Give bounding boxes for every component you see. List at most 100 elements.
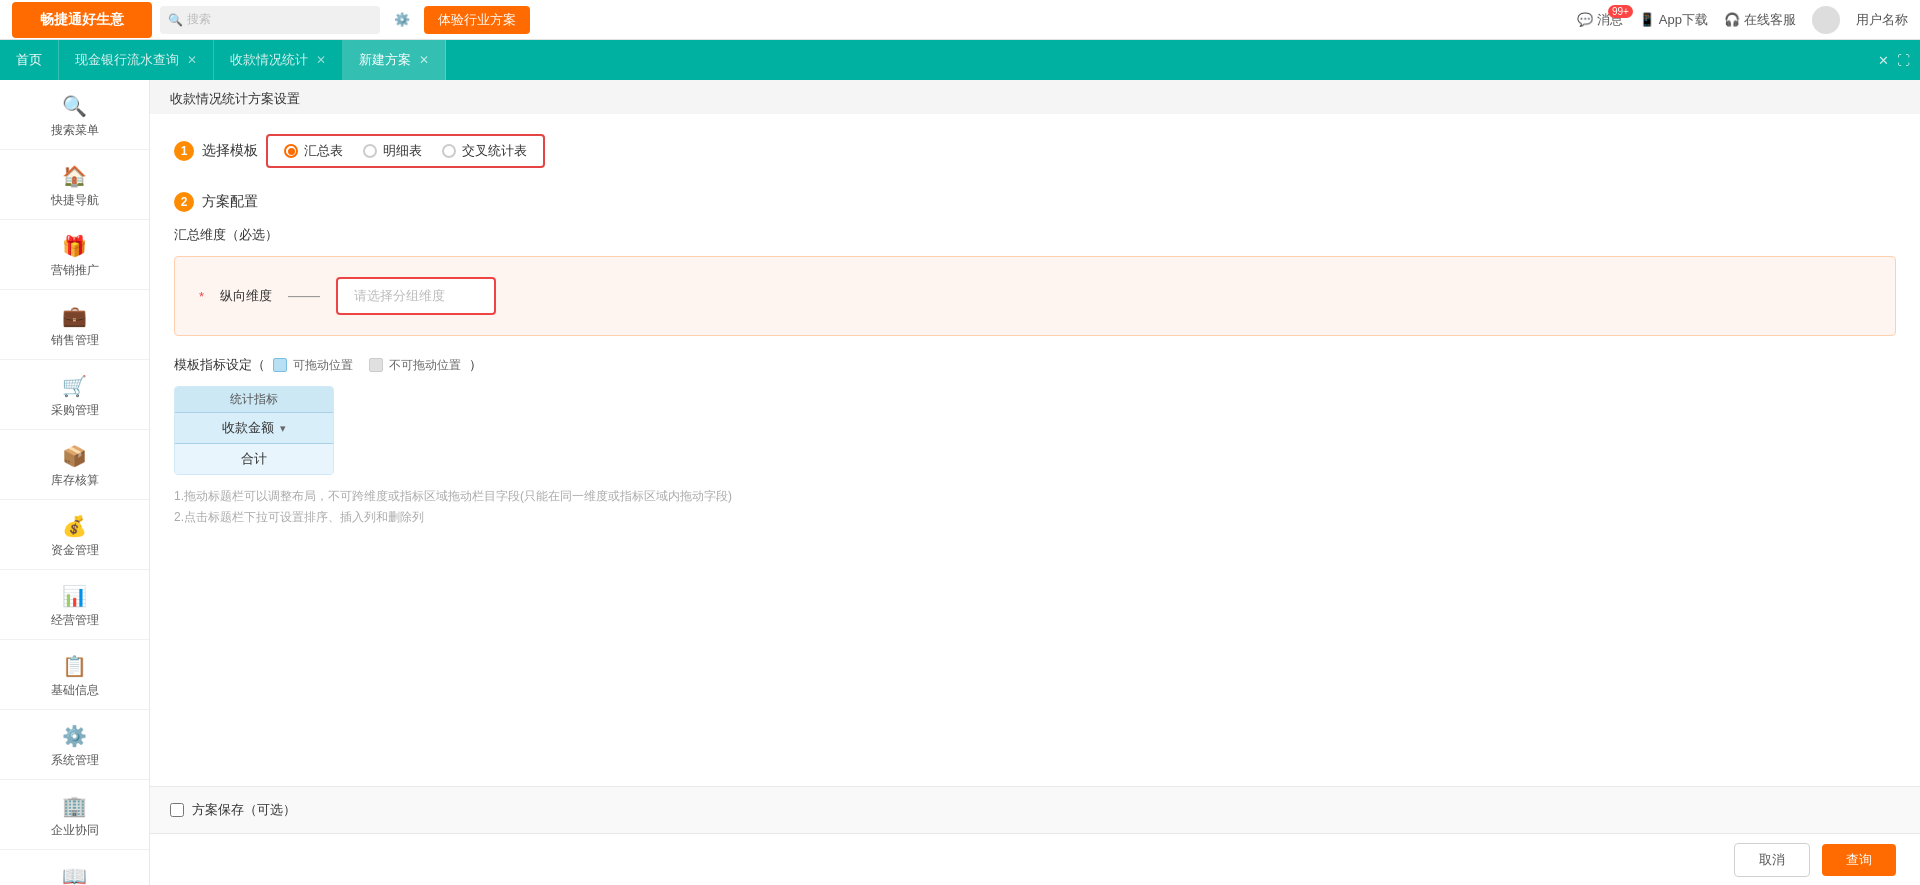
sidebar: 🔍 搜索菜单 🏠 快捷导航 🎁 营销推广 💼 销售管理 🛒 采购管理 📦 库存核… xyxy=(0,80,150,885)
settings-form: 1 选择模板 汇总表 明细表 xyxy=(150,114,1920,786)
sidebar-item-finance[interactable]: 💰 资金管理 xyxy=(0,500,149,570)
step2-num: 2 xyxy=(174,192,194,212)
topbar: 畅捷通好生意 🔍 搜索 ⚙️ 体验行业方案 💬 消息 99+ 📱 App下载 🎧… xyxy=(0,0,1920,40)
stats-table: 统计指标 收款金额 ▾ 合计 xyxy=(174,386,334,475)
non-draggable-legend-text: 不可拖动位置 xyxy=(389,357,461,374)
step1-label: 1 选择模板 汇总表 明细表 xyxy=(174,134,1896,168)
dimension-area: * 纵向维度 —— 请选择分组维度 xyxy=(174,256,1896,336)
app-logo: 畅捷通好生意 xyxy=(12,2,152,38)
radio-detail[interactable]: 明细表 xyxy=(363,142,422,160)
sidebar-item-inventory[interactable]: 📦 库存核算 xyxy=(0,430,149,500)
settings-icon[interactable]: ⚙️ xyxy=(388,6,416,34)
nav-tabs: 首页 现金银行流水查询 ✕ 收款情况统计 ✕ 新建方案 ✕ ✕ ⛶ xyxy=(0,40,1920,80)
step2-title: 方案配置 xyxy=(202,193,258,211)
stats-table-header-section: 统计指标 xyxy=(175,387,333,413)
avatar[interactable] xyxy=(1812,6,1840,34)
message-icon: 💬 xyxy=(1577,12,1593,27)
radio-summary-dot xyxy=(284,144,298,158)
sales-icon: 💼 xyxy=(62,304,87,328)
tab-cashflow-close[interactable]: ✕ xyxy=(187,53,197,67)
step1-num: 1 xyxy=(174,141,194,161)
tab-new-plan[interactable]: 新建方案 ✕ xyxy=(343,40,446,80)
template-options-box: 汇总表 明细表 交叉统计表 xyxy=(266,134,545,168)
tab-cashflow[interactable]: 现金银行流水查询 ✕ xyxy=(59,40,214,80)
tab-receivables-close[interactable]: ✕ xyxy=(316,53,326,67)
footer: 取消 查询 xyxy=(150,833,1920,885)
draggable-legend-text: 可拖动位置 xyxy=(293,357,353,374)
sidebar-item-enterprise[interactable]: 🏢 企业协同 xyxy=(0,780,149,850)
expand-icon[interactable]: ⛶ xyxy=(1897,53,1910,68)
tip-2: 2.点击标题栏下拉可设置排序、插入列和删除列 xyxy=(174,509,1896,526)
basic-info-icon: 📋 xyxy=(62,654,87,678)
online-service-button[interactable]: 🎧 在线客服 xyxy=(1724,11,1796,29)
stats-table-area: 统计指标 收款金额 ▾ 合计 xyxy=(174,386,1896,478)
step2-label: 2 方案配置 xyxy=(174,192,1896,212)
save-label: 方案保存（可选） xyxy=(192,801,296,819)
step2-section: 2 方案配置 汇总维度（必选） * 纵向维度 —— 请选择分组维度 xyxy=(174,192,1896,540)
service-icon: 🎧 xyxy=(1724,12,1740,27)
stats-table-header-label: 统计指标 xyxy=(230,392,278,406)
cancel-button[interactable]: 取消 xyxy=(1734,843,1810,877)
tab-home[interactable]: 首页 xyxy=(0,40,59,80)
trial-button[interactable]: 体验行业方案 xyxy=(424,6,530,34)
username: 用户名称 xyxy=(1856,11,1908,29)
dimension-select[interactable]: 请选择分组维度 xyxy=(336,277,496,315)
operations-icon: 📊 xyxy=(62,584,87,608)
sidebar-item-system[interactable]: ⚙️ 系统管理 xyxy=(0,710,149,780)
sidebar-item-basic-info[interactable]: 📋 基础信息 xyxy=(0,640,149,710)
tip-1: 1.拖动标题栏可以调整布局，不可跨维度或指标区域拖动栏目字段(只能在同一维度或指… xyxy=(174,488,1896,505)
query-button[interactable]: 查询 xyxy=(1822,844,1896,876)
quick-nav-icon: 🏠 xyxy=(62,164,87,188)
radio-summary[interactable]: 汇总表 xyxy=(284,142,343,160)
dimension-section-title: 汇总维度（必选） xyxy=(174,226,1896,244)
radio-cross-dot xyxy=(442,144,456,158)
content-area: 收款情况统计方案设置 1 选择模板 汇总表 xyxy=(150,80,1920,885)
sidebar-item-marketing[interactable]: 🎁 营销推广 xyxy=(0,220,149,290)
metrics-setting-label: 模板指标设定（ 可拖动位置 不可拖动位置 ） xyxy=(174,356,1896,374)
column-header-cell[interactable]: 收款金额 ▾ xyxy=(175,413,333,444)
enterprise-icon: 🏢 xyxy=(62,794,87,818)
sidebar-item-purchase[interactable]: 🛒 采购管理 xyxy=(0,360,149,430)
stats-total-row: 合计 xyxy=(175,444,333,474)
sidebar-item-guide[interactable]: 📖 新手引导 xyxy=(0,850,149,885)
sidebar-item-operations[interactable]: 📊 经营管理 xyxy=(0,570,149,640)
row-dimension-label: 纵向维度 xyxy=(220,287,272,305)
config-section: 汇总维度（必选） * 纵向维度 —— 请选择分组维度 模 xyxy=(174,226,1896,540)
search-menu-icon: 🔍 xyxy=(62,94,87,118)
draggable-legend-box xyxy=(273,358,287,372)
sidebar-item-sales[interactable]: 💼 销售管理 xyxy=(0,290,149,360)
finance-icon: 💰 xyxy=(62,514,87,538)
draggable-legend: 可拖动位置 xyxy=(273,357,353,374)
non-draggable-legend: 不可拖动位置 xyxy=(369,357,461,374)
download-icon: 📱 xyxy=(1639,12,1655,27)
message-button[interactable]: 💬 消息 99+ xyxy=(1577,11,1623,29)
search-icon: 🔍 xyxy=(168,13,183,27)
tips-section: 1.拖动标题栏可以调整布局，不可跨维度或指标区域拖动栏目字段(只能在同一维度或指… xyxy=(174,478,1896,540)
close-window-icon[interactable]: ✕ xyxy=(1878,53,1889,68)
inventory-icon: 📦 xyxy=(62,444,87,468)
metrics-section: 模板指标设定（ 可拖动位置 不可拖动位置 ） xyxy=(174,356,1896,478)
step1-section: 1 选择模板 汇总表 明细表 xyxy=(174,134,1896,168)
dropdown-arrow-icon: ▾ xyxy=(280,422,286,435)
required-star: * xyxy=(199,289,204,304)
sidebar-item-quick-nav[interactable]: 🏠 快捷导航 xyxy=(0,150,149,220)
sidebar-item-search-menu[interactable]: 🔍 搜索菜单 xyxy=(0,80,149,150)
topbar-right: 💬 消息 99+ 📱 App下载 🎧 在线客服 用户名称 xyxy=(1577,6,1908,34)
guide-icon: 📖 xyxy=(62,864,87,885)
search-bar[interactable]: 🔍 搜索 xyxy=(160,6,380,34)
step1-title: 选择模板 xyxy=(202,142,258,160)
tab-new-plan-close[interactable]: ✕ xyxy=(419,53,429,67)
save-section: 方案保存（可选） xyxy=(150,786,1920,833)
tab-controls: ✕ ⛶ xyxy=(1868,53,1920,68)
system-icon: ⚙️ xyxy=(62,724,87,748)
radio-cross[interactable]: 交叉统计表 xyxy=(442,142,527,160)
tab-receivables[interactable]: 收款情况统计 ✕ xyxy=(214,40,343,80)
radio-detail-dot xyxy=(363,144,377,158)
app-download-button[interactable]: 📱 App下载 xyxy=(1639,11,1708,29)
message-badge: 99+ xyxy=(1608,5,1633,18)
save-checkbox[interactable] xyxy=(170,803,184,817)
purchase-icon: 🛒 xyxy=(62,374,87,398)
main-layout: 🔍 搜索菜单 🏠 快捷导航 🎁 营销推广 💼 销售管理 🛒 采购管理 📦 库存核… xyxy=(0,80,1920,885)
search-placeholder: 搜索 xyxy=(187,11,211,28)
dimension-arrow: —— xyxy=(288,287,320,305)
